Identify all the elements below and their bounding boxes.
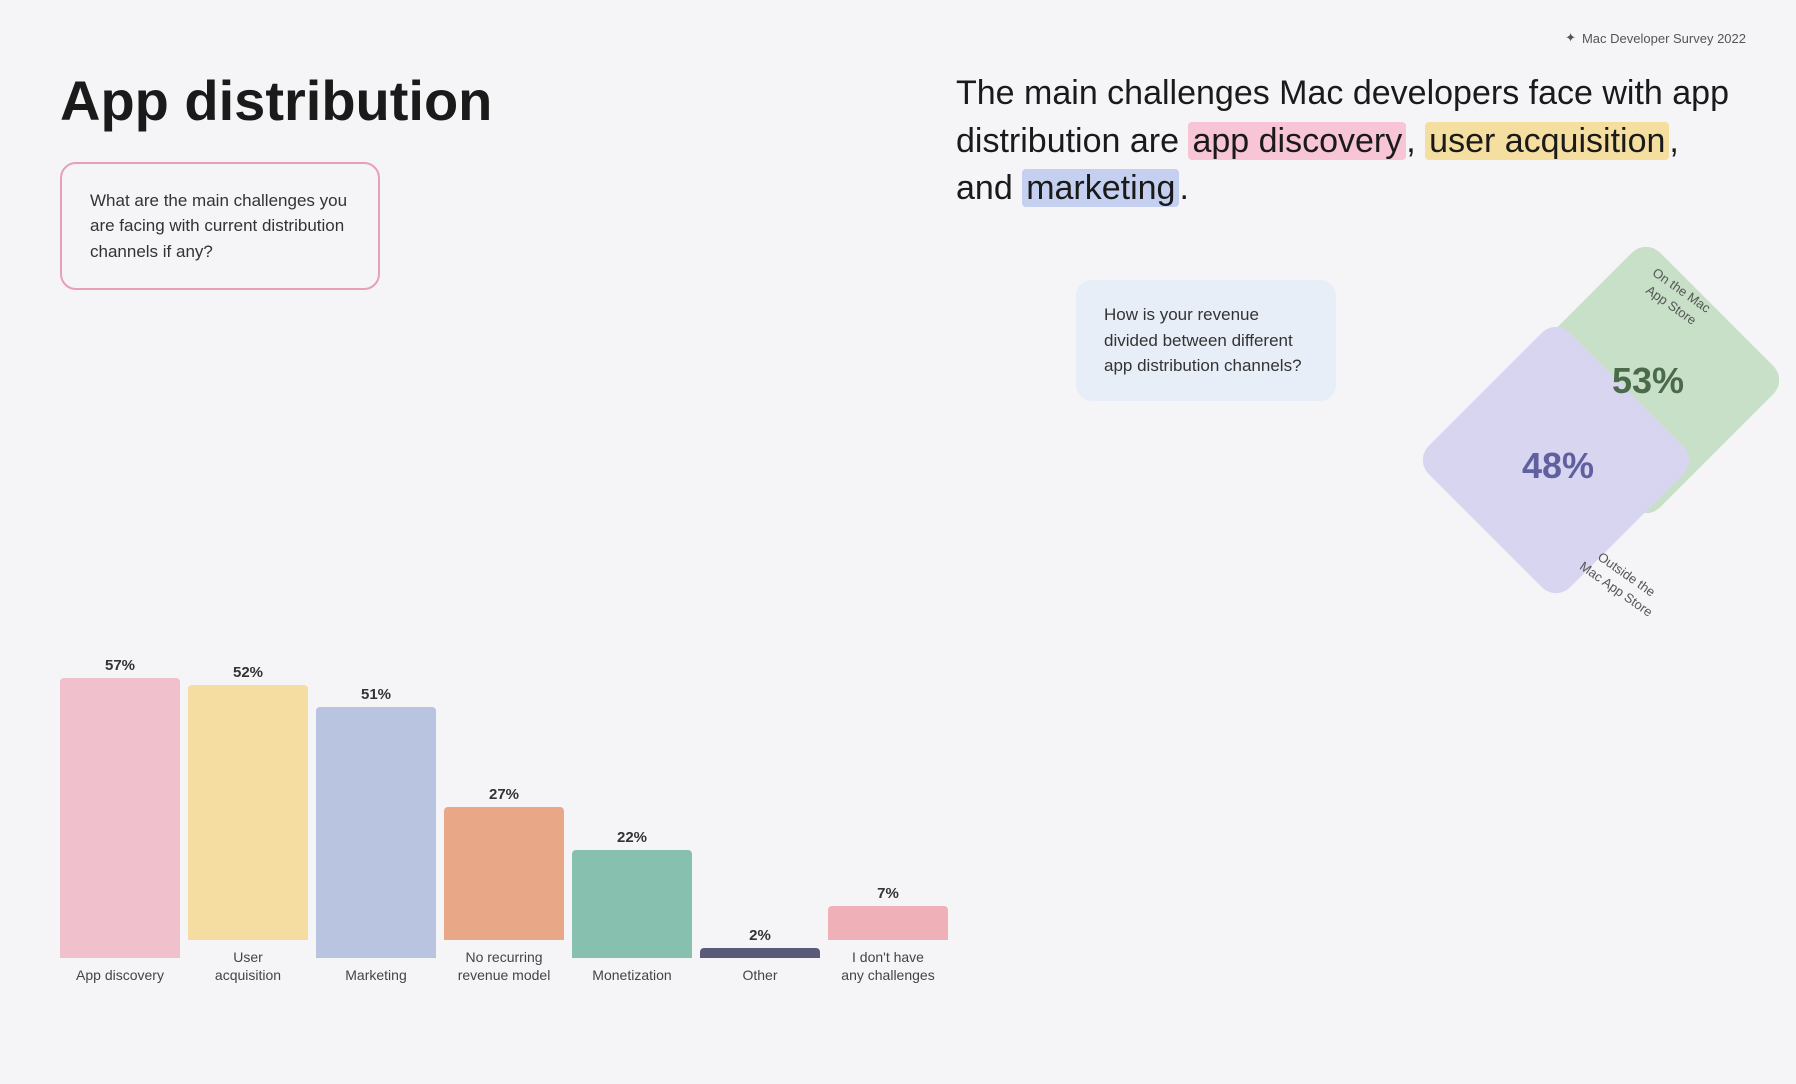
headline-comma1: , bbox=[1406, 122, 1425, 160]
bar-pct-label: 51% bbox=[361, 686, 391, 703]
bar-pct-label: 22% bbox=[617, 829, 647, 846]
bar-label: Other bbox=[742, 966, 777, 984]
outside-store-label: Outside the Mac App Store bbox=[1574, 541, 1669, 622]
highlight-marketing: marketing bbox=[1022, 169, 1179, 207]
bar-group: 52% User acquisition bbox=[188, 664, 308, 984]
bar-label: Marketing bbox=[345, 966, 406, 984]
question-text: What are the main challenges you are fac… bbox=[90, 188, 350, 265]
bar-pct-label: 7% bbox=[877, 885, 899, 902]
bar-rect bbox=[188, 685, 308, 940]
bar-rect bbox=[700, 948, 820, 958]
bar-chart: 57% App discovery 52% User acquisition 51% Ma… bbox=[60, 657, 956, 984]
bar-label: No recurring revenue model bbox=[458, 948, 551, 984]
question-box: What are the main challenges you are fac… bbox=[60, 162, 380, 291]
bar-rect bbox=[60, 678, 180, 958]
bar-rect bbox=[444, 807, 564, 940]
bar-rect bbox=[316, 707, 436, 958]
bar-group: 7% I don't have any challenges bbox=[828, 885, 948, 984]
bar-rect bbox=[828, 906, 948, 940]
highlight-user-acquisition: user acquisition bbox=[1425, 122, 1669, 160]
logo-text: Mac Developer Survey 2022 bbox=[1582, 31, 1746, 46]
bar-label: Monetization bbox=[592, 966, 671, 984]
left-section: App distribution What are the main chall… bbox=[60, 70, 492, 330]
bar-label: I don't have any challenges bbox=[841, 948, 934, 984]
bar-label: User acquisition bbox=[215, 948, 281, 984]
bar-pct-label: 57% bbox=[105, 657, 135, 674]
revenue-question-text: How is your revenue divided between diff… bbox=[1104, 302, 1308, 379]
diamond-container: 53% 48% On the Mac App Store Outside the… bbox=[1366, 260, 1746, 640]
headline-period: . bbox=[1179, 169, 1188, 207]
revenue-question-box: How is your revenue divided between diff… bbox=[1076, 280, 1336, 401]
bar-label: App discovery bbox=[76, 966, 164, 984]
pct-lavender-label: 48% bbox=[1498, 445, 1618, 487]
page: ✦ Mac Developer Survey 2022 App distribu… bbox=[0, 0, 1796, 1084]
bar-group: 57% App discovery bbox=[60, 657, 180, 984]
logo-bar: ✦ Mac Developer Survey 2022 bbox=[1565, 30, 1746, 46]
highlight-app-discovery: app discovery bbox=[1188, 122, 1406, 160]
page-title: App distribution bbox=[60, 70, 492, 132]
bar-group: 51% Marketing bbox=[316, 686, 436, 984]
headline: The main challenges Mac developers face … bbox=[956, 70, 1736, 213]
bar-pct-label: 2% bbox=[749, 927, 771, 944]
bar-group: 2% Other bbox=[700, 927, 820, 984]
bar-group: 22% Monetization bbox=[572, 829, 692, 984]
pct-green-label: 53% bbox=[1588, 360, 1708, 402]
logo-icon: ✦ bbox=[1565, 30, 1576, 46]
right-section: The main challenges Mac developers face … bbox=[956, 70, 1736, 243]
bar-pct-label: 27% bbox=[489, 786, 519, 803]
bar-pct-label: 52% bbox=[233, 664, 263, 681]
bar-rect bbox=[572, 850, 692, 958]
bar-group: 27% No recurring revenue model bbox=[444, 786, 564, 984]
